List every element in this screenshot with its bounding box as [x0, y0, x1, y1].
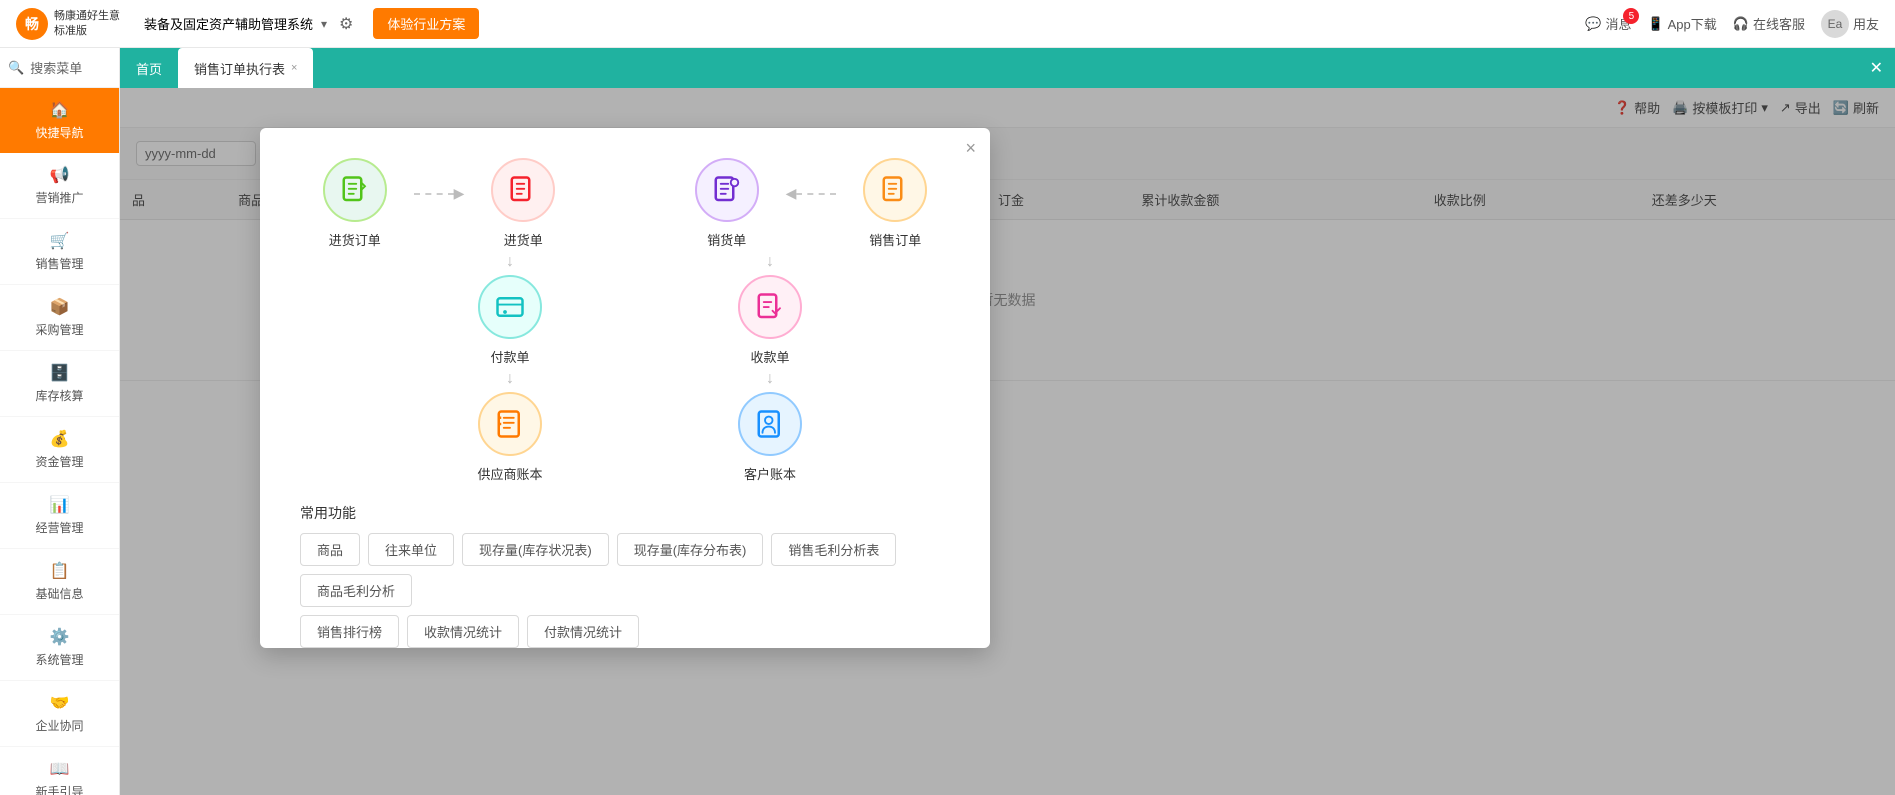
header-right: 💬 消息 5 📱 App下载 🎧 在线客服 Ea 用友 [1585, 10, 1879, 38]
customer-ledger-icon [738, 392, 802, 456]
online-service-btn[interactable]: 🎧 在线客服 [1733, 14, 1805, 33]
tab-bar: 首页 销售订单执行表 × ✕ [120, 48, 1895, 88]
system-icon: ⚙️ [50, 627, 70, 647]
sidebar-item-purchase[interactable]: 📦 采购管理 [0, 285, 119, 351]
receipt-icon [738, 275, 802, 339]
user-menu[interactable]: Ea 用友 [1821, 10, 1879, 38]
flow-modal: × 进货订单 [260, 128, 990, 648]
sidebar-item-marketing[interactable]: 📢 营销推广 [0, 153, 119, 219]
inventory-icon: 🗄️ [50, 363, 70, 383]
app-download-btn[interactable]: 📱 App下载 [1647, 14, 1716, 33]
sales-bill-icon [695, 158, 759, 222]
modal-overlay: × 进货订单 [120, 88, 1895, 795]
cf-btn-goods[interactable]: 商品 [300, 533, 360, 566]
cf-btn-stock-status[interactable]: 现存量(库存状况表) [462, 533, 609, 566]
purchase-order-icon [323, 158, 387, 222]
flow-arrows-down-row: ↓ ↓ [300, 253, 950, 271]
message-btn[interactable]: 💬 消息 5 [1585, 14, 1631, 33]
flow-node-sales-bill[interactable]: 销货单 [672, 158, 782, 249]
flow-node-sales-order[interactable]: 销售订单 [840, 158, 950, 249]
flow-node-payment[interactable]: 付款单 [440, 275, 580, 366]
settings-icon-btn[interactable]: ⚙ [339, 14, 353, 34]
logo-area: 畅 畅康通好生意 标准版 [16, 8, 136, 40]
supplier-ledger-icon [478, 392, 542, 456]
flow-node-purchase-order[interactable]: 进货订单 [300, 158, 410, 249]
flow-diagram: 进货订单 ▶ [300, 158, 950, 495]
sales-icon: 🛒 [50, 231, 70, 251]
cf-btn-payment-stats[interactable]: 付款情况统计 [527, 615, 639, 648]
sidebar-item-sales[interactable]: 🛒 销售管理 [0, 219, 119, 285]
sidebar-item-newbie[interactable]: 📖 新手引导 [0, 747, 119, 795]
cf-btn-sales-ranking[interactable]: 销售排行榜 [300, 615, 399, 648]
modal-body: 进货订单 ▶ [260, 128, 990, 648]
sidebar-item-inventory[interactable]: 🗄️ 库存核算 [0, 351, 119, 417]
system-name: 装备及固定资产辅助管理系统 [144, 14, 313, 33]
flow-arrows-down-row2: ↓ ↓ [300, 370, 950, 388]
cf-title: 常用功能 [300, 503, 950, 523]
arrow-purchase-order-to-bill: ▶ [414, 185, 465, 202]
arrow-sales-order-to-bill: ◀ [786, 185, 837, 202]
payment-icon [478, 275, 542, 339]
sidebar-item-system[interactable]: ⚙️ 系统管理 [0, 615, 119, 681]
download-icon: 📱 [1647, 16, 1663, 32]
close-all-tabs-btn[interactable]: ✕ [1870, 58, 1883, 78]
main-content: ❓ 帮助 🖨️ 按模板打印 ▾ ↗ 导出 🔄 刷新 [120, 88, 1895, 795]
flow-row-1: 进货订单 ▶ [300, 158, 950, 249]
message-badge: 5 [1623, 8, 1639, 24]
search-icon: 🔍 [8, 60, 24, 76]
logo-icon: 畅 [16, 8, 48, 40]
cf-btn-goods-margin[interactable]: 商品毛利分析 [300, 574, 412, 607]
tab-home[interactable]: 首页 [120, 48, 178, 88]
tab-sales-order-exec[interactable]: 销售订单执行表 × [178, 48, 313, 88]
logo-text: 畅康通好生意 标准版 [54, 9, 120, 38]
cf-btn-sales-margin[interactable]: 销售毛利分析表 [771, 533, 896, 566]
sidebar-item-enterprise[interactable]: 🤝 企业协同 [0, 681, 119, 747]
service-icon: 🎧 [1733, 16, 1749, 32]
enterprise-icon: 🤝 [50, 693, 70, 713]
common-functions: 常用功能 商品 往来单位 现存量(库存状况表) 现存量(库存分布表) 销售毛利分… [300, 503, 950, 648]
search-menu-btn[interactable]: 🔍 搜索菜单 [0, 48, 119, 88]
system-title: 装备及固定资产辅助管理系统 ▾ ⚙ 体验行业方案 [144, 8, 1585, 39]
marketing-icon: 📢 [50, 165, 70, 185]
flow-node-receipt[interactable]: 收款单 [700, 275, 840, 366]
sidebar-item-finance[interactable]: 💰 资金管理 [0, 417, 119, 483]
basic-info-icon: 📋 [50, 561, 70, 581]
home-icon: 🏠 [50, 100, 70, 120]
sidebar: 🔍 搜索菜单 🏠 快捷导航 📢 营销推广 🛒 销售管理 📦 采购管理 🗄️ 库存… [0, 48, 120, 795]
flow-row-3: 供应商账本 客户账本 [300, 392, 950, 483]
flow-node-customer-ledger[interactable]: 客户账本 [700, 392, 840, 483]
cf-buttons-row2: 销售排行榜 收款情况统计 付款情况统计 [300, 615, 950, 648]
flow-node-supplier-ledger[interactable]: 供应商账本 [440, 392, 580, 483]
cf-btn-receipt-stats[interactable]: 收款情况统计 [407, 615, 519, 648]
tab-close-btn[interactable]: × [291, 62, 297, 74]
cf-btn-partner[interactable]: 往来单位 [368, 533, 454, 566]
cf-btn-stock-dist[interactable]: 现存量(库存分布表) [617, 533, 764, 566]
finance-icon: 💰 [50, 429, 70, 449]
flow-node-purchase-bill[interactable]: 进货单 [468, 158, 578, 249]
modal-close-btn[interactable]: × [965, 138, 976, 159]
top-header: 畅 畅康通好生意 标准版 装备及固定资产辅助管理系统 ▾ ⚙ 体验行业方案 💬 … [0, 0, 1895, 48]
newbie-icon: 📖 [50, 759, 70, 779]
sales-order-icon [863, 158, 927, 222]
trial-btn[interactable]: 体验行业方案 [373, 8, 479, 39]
avatar: Ea [1821, 10, 1849, 38]
operations-icon: 📊 [50, 495, 70, 515]
flow-row-2: 付款单 收款单 [300, 275, 950, 366]
sidebar-item-basic-info[interactable]: 📋 基础信息 [0, 549, 119, 615]
system-dropdown-btn[interactable]: ▾ [321, 17, 327, 31]
message-icon: 💬 [1585, 16, 1601, 32]
main-layout: 🔍 搜索菜单 🏠 快捷导航 📢 营销推广 🛒 销售管理 📦 采购管理 🗄️ 库存… [0, 48, 1895, 795]
sidebar-item-operations[interactable]: 📊 经营管理 [0, 483, 119, 549]
cf-buttons: 商品 往来单位 现存量(库存状况表) 现存量(库存分布表) 销售毛利分析表 商品… [300, 533, 950, 607]
purchase-icon: 📦 [50, 297, 70, 317]
purchase-bill-icon [491, 158, 555, 222]
content-area: 首页 销售订单执行表 × ✕ ❓ 帮助 🖨️ 按模板打印 ▾ [120, 48, 1895, 795]
sidebar-item-quick-nav[interactable]: 🏠 快捷导航 [0, 88, 119, 153]
